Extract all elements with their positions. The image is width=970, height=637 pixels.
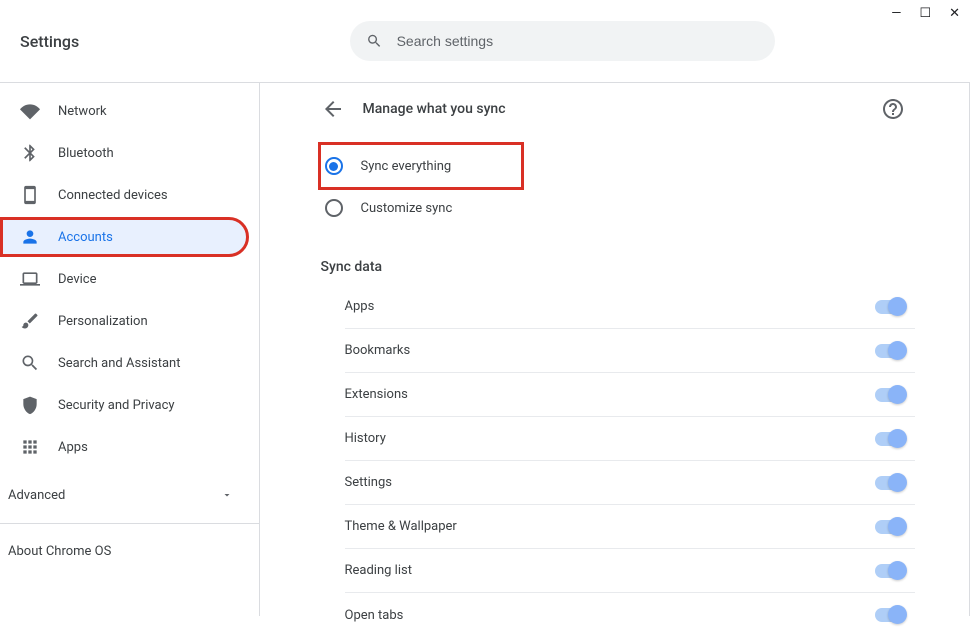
shield-icon bbox=[20, 395, 40, 415]
radio-icon bbox=[325, 157, 343, 175]
sidebar-item-label: Search and Assistant bbox=[58, 356, 181, 371]
toggle-switch[interactable] bbox=[875, 300, 905, 314]
sidebar-item-label: Security and Privacy bbox=[58, 398, 175, 413]
sync-row-reading-list: Reading list bbox=[345, 549, 915, 593]
sidebar-item-label: Apps bbox=[58, 440, 88, 455]
toggle-switch[interactable] bbox=[875, 520, 905, 534]
window-controls: — ☐ ✕ bbox=[891, 6, 960, 21]
sidebar-item-personalization[interactable]: Personalization bbox=[0, 301, 249, 341]
sidebar-item-device[interactable]: Device bbox=[0, 259, 249, 299]
sync-row-apps: Apps bbox=[345, 285, 915, 329]
toggle-switch[interactable] bbox=[875, 388, 905, 402]
sidebar-item-label: Bluetooth bbox=[58, 146, 114, 161]
sidebar-item-network[interactable]: Network bbox=[0, 91, 249, 131]
phone-icon bbox=[20, 185, 40, 205]
divider bbox=[0, 523, 259, 524]
search-icon bbox=[366, 32, 383, 50]
close-icon[interactable]: ✕ bbox=[949, 6, 960, 21]
sync-row-history: History bbox=[345, 417, 915, 461]
sidebar: Network Bluetooth Connected devices Account… bbox=[0, 83, 260, 616]
advanced-toggle[interactable]: Advanced bbox=[0, 473, 259, 517]
sync-row-bookmarks: Bookmarks bbox=[345, 329, 915, 373]
sidebar-item-accounts[interactable]: Accounts bbox=[0, 217, 249, 257]
advanced-label: Advanced bbox=[8, 488, 65, 503]
sync-row-label: Theme & Wallpaper bbox=[345, 519, 457, 534]
sync-row-label: Reading list bbox=[345, 563, 412, 578]
sync-row-settings: Settings bbox=[345, 461, 915, 505]
topbar: Settings bbox=[0, 0, 970, 83]
laptop-icon bbox=[20, 269, 40, 289]
sidebar-item-security-and-privacy[interactable]: Security and Privacy bbox=[0, 385, 249, 425]
search-input[interactable] bbox=[397, 33, 759, 49]
sync-row-theme-wallpaper: Theme & Wallpaper bbox=[345, 505, 915, 549]
sync-row-label: Extensions bbox=[345, 387, 408, 402]
toggle-switch[interactable] bbox=[875, 564, 905, 578]
toggle-switch[interactable] bbox=[875, 608, 905, 622]
page-title: Settings bbox=[20, 32, 350, 51]
panel-title: Manage what you sync bbox=[363, 101, 863, 117]
toggle-switch[interactable] bbox=[875, 476, 905, 490]
sidebar-item-label: Device bbox=[58, 272, 97, 287]
sync-option-sync-everything[interactable]: Sync everything bbox=[321, 145, 521, 187]
wifi-icon bbox=[20, 101, 40, 121]
sync-row-extensions: Extensions bbox=[345, 373, 915, 417]
minimize-icon[interactable]: — bbox=[891, 6, 901, 21]
sidebar-item-connected-devices[interactable]: Connected devices bbox=[0, 175, 249, 215]
brush-icon bbox=[20, 311, 40, 331]
search-box[interactable] bbox=[350, 21, 775, 61]
sidebar-item-apps[interactable]: Apps bbox=[0, 427, 249, 467]
radio-icon bbox=[325, 199, 343, 217]
sync-row-label: Settings bbox=[345, 475, 392, 490]
apps-icon bbox=[20, 437, 40, 457]
sidebar-item-bluetooth[interactable]: Bluetooth bbox=[0, 133, 249, 173]
sync-row-label: Open tabs bbox=[345, 608, 404, 623]
sidebar-item-search-and-assistant[interactable]: Search and Assistant bbox=[0, 343, 249, 383]
sync-panel: Manage what you sync Sync everything Cust… bbox=[315, 83, 915, 616]
sync-row-label: History bbox=[345, 431, 386, 446]
sync-data-heading: Sync data bbox=[315, 233, 915, 285]
maximize-icon[interactable]: ☐ bbox=[919, 6, 931, 21]
bluetooth-icon bbox=[20, 143, 40, 163]
about-row[interactable]: About Chrome OS bbox=[0, 530, 259, 559]
toggle-switch[interactable] bbox=[875, 344, 905, 358]
sync-row-label: Apps bbox=[345, 299, 375, 314]
sidebar-item-label: Personalization bbox=[58, 314, 148, 329]
sidebar-item-label: Connected devices bbox=[58, 188, 168, 203]
back-arrow-icon[interactable] bbox=[321, 97, 345, 121]
sidebar-item-label: Network bbox=[58, 104, 107, 119]
chevron-down-icon bbox=[221, 489, 233, 501]
sidebar-item-label: Accounts bbox=[58, 230, 113, 245]
radio-label: Sync everything bbox=[361, 159, 452, 174]
toggle-switch[interactable] bbox=[875, 432, 905, 446]
radio-label: Customize sync bbox=[361, 201, 453, 216]
person-icon bbox=[20, 227, 40, 247]
search-icon bbox=[20, 353, 40, 373]
help-icon[interactable] bbox=[881, 97, 905, 121]
sync-option-customize-sync[interactable]: Customize sync bbox=[321, 187, 905, 229]
sync-row-open-tabs: Open tabs bbox=[345, 593, 915, 637]
sync-row-label: Bookmarks bbox=[345, 343, 411, 358]
